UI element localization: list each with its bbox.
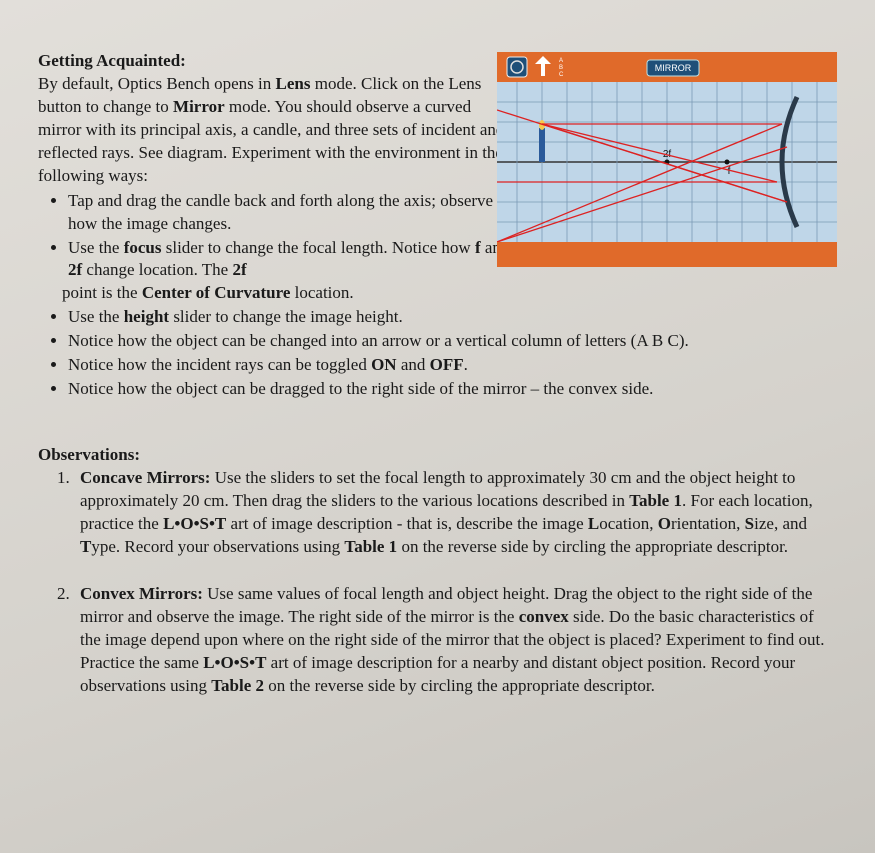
observation-2: Convex Mirrors: Use same values of focal…	[74, 583, 838, 698]
intro-lens-bold: Lens	[276, 74, 311, 93]
getting-heading: Getting Acquainted:	[38, 51, 186, 70]
bullet-convex: Notice how the object can be dragged to …	[68, 378, 838, 401]
o1-i: O	[658, 514, 671, 533]
bf-a: Use the	[68, 238, 124, 257]
o2-h: on the reverse side by circling the appr…	[264, 676, 655, 695]
observations-heading: Observations:	[38, 445, 140, 464]
bullet-toggle: Notice how the incident rays can be togg…	[68, 354, 838, 377]
observations-section: Observations: Concave Mirrors: Use the s…	[38, 444, 838, 697]
bt-e: .	[464, 355, 468, 374]
optics-diagram: A B C MIRROR	[497, 52, 837, 267]
bt-d: OFF	[430, 355, 464, 374]
mirror-button-label: MIRROR	[655, 63, 692, 73]
bullet-drag: Tap and drag the candle back and forth a…	[68, 190, 518, 236]
bf-c: slider to change the focal length. Notic…	[162, 238, 475, 257]
o1-k: S	[745, 514, 754, 533]
o1-o: Table 1	[344, 537, 397, 556]
intro-part-a: By default, Optics Bench opens in	[38, 74, 276, 93]
diagram-bottom-bar	[497, 242, 837, 267]
getting-acquainted-section: A B C MIRROR	[38, 50, 837, 401]
svg-text:A: A	[559, 58, 563, 64]
bf-j: Center of Curvature	[142, 283, 291, 302]
o1-p: on the reverse side by circling the appr…	[397, 537, 788, 556]
worksheet-page: A B C MIRROR	[0, 0, 875, 853]
o1-f: art of image description - that is, desc…	[226, 514, 588, 533]
candle-body	[539, 128, 545, 162]
f-point	[725, 160, 730, 165]
o1-e: L•O•S•T	[163, 514, 226, 533]
o1-j: rientation,	[671, 514, 745, 533]
o2-e: L•O•S•T	[203, 653, 266, 672]
bullet-focus-continue: point is the Center of Curvature locatio…	[62, 282, 838, 305]
o1-g: L	[588, 514, 599, 533]
bt-c: and	[397, 355, 430, 374]
o2-c: convex	[519, 607, 569, 626]
tool-button	[507, 57, 527, 77]
optics-svg: A B C MIRROR	[497, 52, 837, 267]
o1-n: ype. Record your observations using	[91, 537, 344, 556]
bf-g: change location. The	[82, 260, 232, 279]
bf-i: point is the	[62, 283, 142, 302]
o2-g: Table 2	[211, 676, 264, 695]
getting-text-narrow: Getting Acquainted: By default, Optics B…	[38, 50, 518, 282]
bh-a: Use the	[68, 307, 124, 326]
svg-text:B: B	[559, 65, 563, 71]
bf-h: 2f	[232, 260, 246, 279]
observation-1: Concave Mirrors: Use the sliders to set …	[74, 467, 838, 559]
svg-text:C: C	[559, 72, 564, 78]
bullet-height: Use the height slider to change the imag…	[68, 306, 838, 329]
intro-mirror-bold: Mirror	[173, 97, 225, 116]
bt-a: Notice how the incident rays can be togg…	[68, 355, 371, 374]
o1-l: ize, and	[754, 514, 807, 533]
bullet-focus: Use the focus slider to change the focal…	[68, 237, 518, 283]
bt-b: ON	[371, 355, 397, 374]
o1-a: Concave Mirrors:	[80, 468, 210, 487]
bf-f: 2f	[68, 260, 82, 279]
bh-b: height	[124, 307, 169, 326]
bf-k: location.	[290, 283, 353, 302]
o2-a: Convex Mirrors:	[80, 584, 203, 603]
bullet-abc: Notice how the object can be changed int…	[68, 330, 838, 353]
o1-h: ocation,	[599, 514, 658, 533]
o1-c: Table 1	[629, 491, 682, 510]
bh-c: slider to change the image height.	[169, 307, 403, 326]
f-label: f	[728, 166, 731, 177]
getting-text-wide: point is the Center of Curvature locatio…	[38, 282, 838, 401]
o1-m: T	[80, 537, 91, 556]
bf-b: focus	[124, 238, 162, 257]
